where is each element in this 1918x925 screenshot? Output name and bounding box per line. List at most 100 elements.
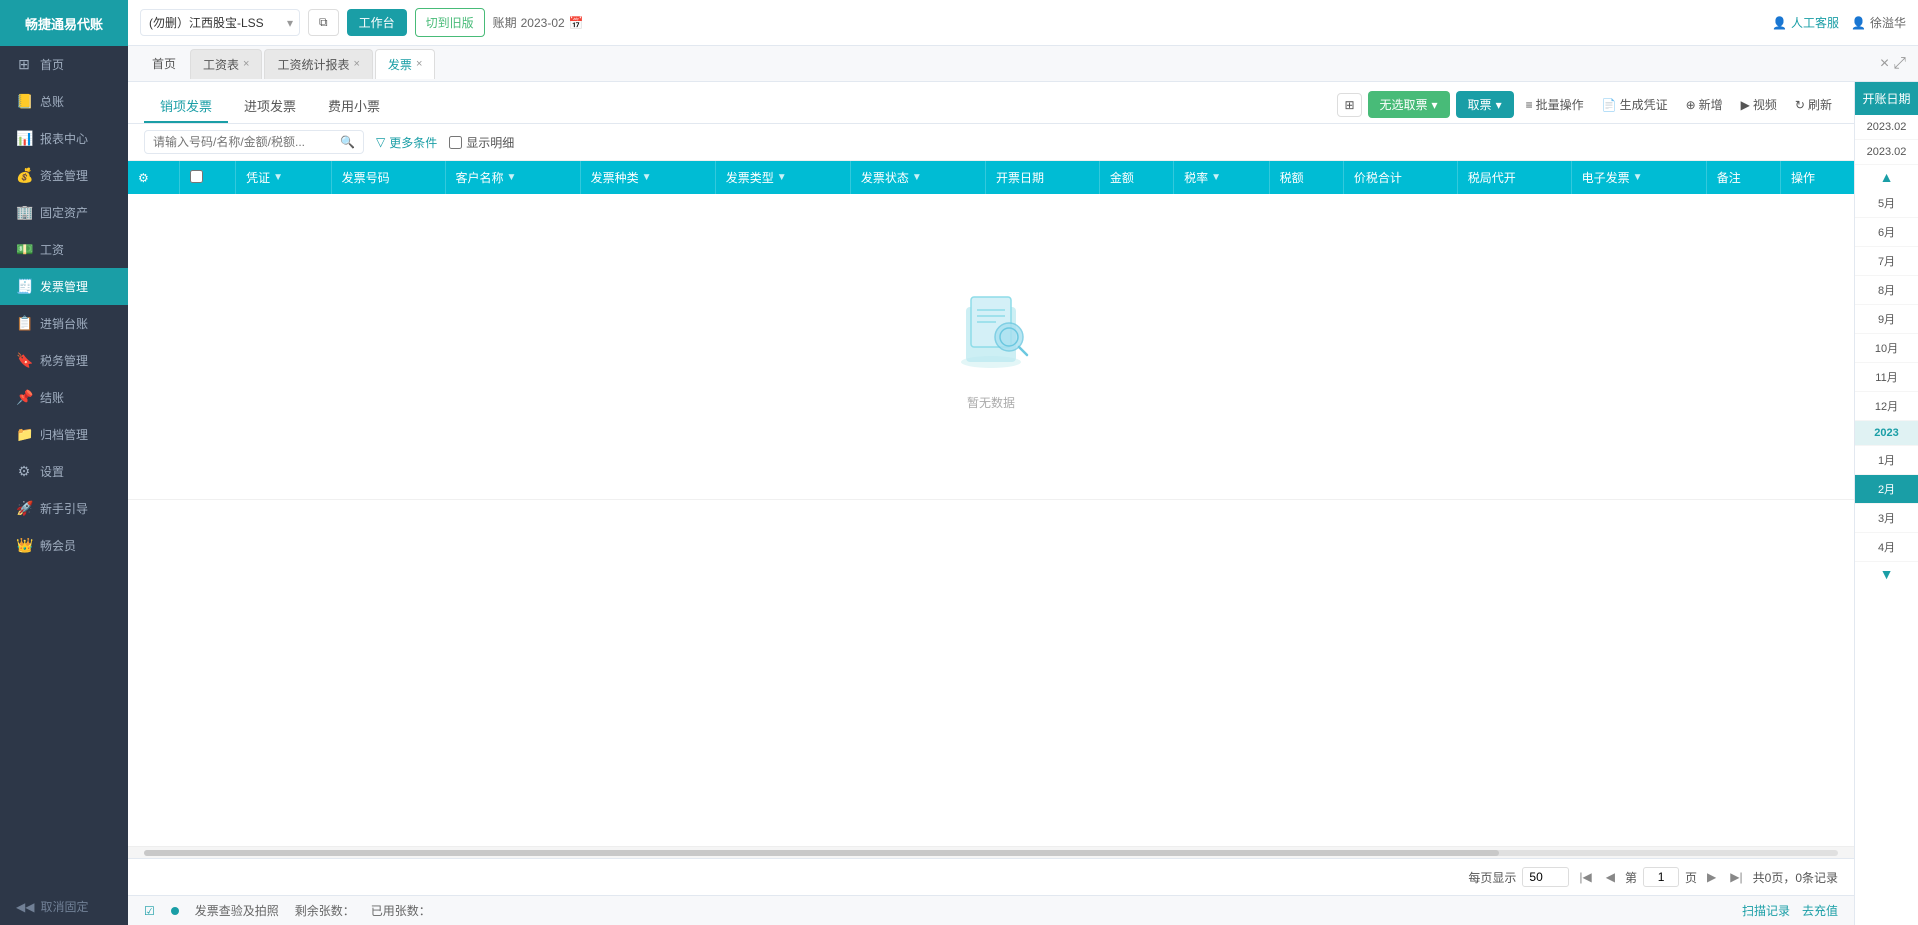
th-tax-rate[interactable]: 税率 ▼ — [1174, 161, 1270, 194]
sub-tab-purchase-invoice[interactable]: 进项发票 — [228, 90, 312, 123]
date-item-11[interactable]: 11月 — [1855, 363, 1918, 392]
panel-expand-button[interactable]: ⤢ — [1893, 55, 1906, 73]
company-selector[interactable]: (勿删）江西股宝-LSS ▾ — [140, 9, 300, 36]
check-label: 发票查验及拍照 — [195, 902, 279, 919]
date-item-5[interactable]: 5月 — [1855, 189, 1918, 218]
sidebar-item-tax[interactable]: 🔖 税务管理 — [0, 342, 128, 379]
date-item-2023-02-a[interactable]: 2023.02 — [1855, 115, 1918, 140]
more-conditions-button[interactable]: ▽ 更多条件 — [376, 134, 437, 151]
open-period-button[interactable]: 开账日期 — [1855, 82, 1918, 115]
date-item-4[interactable]: 4月 — [1855, 533, 1918, 562]
tab-home[interactable]: 首页 — [140, 49, 188, 78]
sidebar-item-sales[interactable]: 📋 进销台账 — [0, 305, 128, 342]
sidebar-item-guide[interactable]: 🚀 新手引导 — [0, 490, 128, 527]
sidebar-item-funds[interactable]: 💰 资金管理 — [0, 157, 128, 194]
date-item-2[interactable]: 2月 — [1855, 475, 1918, 504]
scan-records-link[interactable]: 扫描记录 — [1742, 902, 1790, 919]
last-page-button[interactable]: ▶| — [1726, 868, 1746, 886]
video-button[interactable]: ▶ 视频 — [1735, 91, 1783, 118]
select-all-checkbox[interactable] — [190, 170, 203, 183]
th-electronic[interactable]: 电子发票 ▼ — [1571, 161, 1706, 194]
batch-ops-button[interactable]: ≡ 批量操作 — [1520, 91, 1590, 118]
copy-btn[interactable]: ⧉ — [308, 9, 339, 36]
horizontal-scrollbar[interactable] — [128, 846, 1854, 858]
company-name: (勿删）江西股宝-LSS — [149, 14, 264, 31]
grid-view-button[interactable]: ⊞ — [1337, 93, 1361, 117]
filter-icon[interactable]: ▼ — [642, 172, 652, 183]
user-profile[interactable]: 👤 徐溢华 — [1851, 14, 1906, 31]
th-status[interactable]: 发票状态 ▼ — [850, 161, 985, 194]
empty-illustration — [941, 282, 1041, 382]
date-item-10[interactable]: 10月 — [1855, 334, 1918, 363]
refresh-button[interactable]: ↻ 刷新 — [1789, 91, 1838, 118]
no-selection-button[interactable]: 无选取票 ▾ — [1368, 91, 1450, 118]
sidebar-item-closing[interactable]: 📌 结账 — [0, 379, 128, 416]
prev-page-button[interactable]: ◀ — [1602, 868, 1619, 886]
sidebar-item-home[interactable]: ⊞ 首页 — [0, 46, 128, 83]
chevron-down-icon: ▾ — [1496, 98, 1502, 112]
filter-icon[interactable]: ▼ — [912, 172, 922, 183]
sidebar-item-ledger[interactable]: 📒 总账 — [0, 83, 128, 120]
tab-close-icon[interactable]: × — [353, 58, 359, 70]
scroll-up-icon[interactable]: ▲ — [1855, 165, 1918, 189]
first-page-button[interactable]: |◀ — [1575, 868, 1595, 886]
show-detail-toggle[interactable]: 显示明细 — [449, 134, 514, 151]
page-input[interactable] — [1643, 867, 1679, 887]
filter-icon[interactable]: ▼ — [777, 172, 787, 183]
next-page-button[interactable]: ▶ — [1703, 868, 1720, 886]
tab-salary[interactable]: 工资表 × — [190, 49, 262, 79]
page-size-select[interactable]: 50 10 20 100 — [1522, 867, 1569, 887]
gen-voucher-button[interactable]: 📄 生成凭证 — [1596, 91, 1674, 118]
date-item-12[interactable]: 12月 — [1855, 392, 1918, 421]
sidebar-item-reports[interactable]: 📊 报表中心 — [0, 120, 128, 157]
switch-version-button[interactable]: 切到旧版 — [415, 8, 485, 37]
sub-tab-sales-invoice[interactable]: 销项发票 — [144, 90, 228, 123]
workbench-button[interactable]: 工作台 — [347, 9, 407, 36]
status-bar: ☑ 发票查验及拍照 剩余张数： 已用张数： 扫描记录 去充值 — [128, 895, 1854, 925]
th-voucher[interactable]: 凭证 ▼ — [236, 161, 332, 194]
sidebar-item-salary[interactable]: 💵 工资 — [0, 231, 128, 268]
tab-close-icon[interactable]: × — [416, 58, 422, 70]
date-item-9[interactable]: 9月 — [1855, 305, 1918, 334]
date-item-1[interactable]: 1月 — [1855, 446, 1918, 475]
tab-close-icon[interactable]: × — [243, 58, 249, 70]
total-info: 共0页，0条记录 — [1753, 869, 1838, 886]
sidebar-item-assets[interactable]: 🏢 固定资产 — [0, 194, 128, 231]
tab-invoice[interactable]: 发票 × — [375, 49, 435, 79]
panel-close-button[interactable]: × — [1880, 55, 1889, 73]
sub-tab-expense-receipt[interactable]: 费用小票 — [312, 90, 396, 123]
search-input[interactable] — [153, 135, 334, 149]
th-settings[interactable]: ⚙ — [128, 161, 180, 194]
date-item-6[interactable]: 6月 — [1855, 218, 1918, 247]
filter-icon[interactable]: ▼ — [1211, 172, 1221, 183]
sidebar-item-settings[interactable]: ⚙ 设置 — [0, 453, 128, 490]
date-item-7[interactable]: 7月 — [1855, 247, 1918, 276]
recharge-link[interactable]: 去充值 — [1802, 902, 1838, 919]
th-invoice-type[interactable]: 发票种类 ▼ — [580, 161, 715, 194]
tab-salary-report[interactable]: 工资统计报表 × — [264, 49, 372, 79]
filter-icon[interactable]: ▼ — [273, 172, 283, 183]
sidebar-item-archive[interactable]: 📁 归档管理 — [0, 416, 128, 453]
filter-icon[interactable]: ▼ — [1633, 172, 1643, 183]
sidebar-unpin[interactable]: ◀◀ 取消固定 — [0, 888, 128, 925]
app-logo: 畅捷通易代账 — [0, 0, 128, 46]
th-type[interactable]: 发票类型 ▼ — [715, 161, 850, 194]
date-item-3[interactable]: 3月 — [1855, 504, 1918, 533]
fetch-button[interactable]: 取票 ▾ — [1456, 91, 1514, 118]
sidebar-item-label: 首页 — [40, 56, 64, 73]
show-detail-checkbox[interactable] — [449, 136, 462, 149]
scroll-down-icon[interactable]: ▼ — [1855, 562, 1918, 586]
filter-icon[interactable]: ▼ — [507, 172, 517, 183]
search-icon[interactable]: 🔍 — [340, 135, 355, 149]
date-item-2023-02-b[interactable]: 2023.02 — [1855, 140, 1918, 165]
sidebar-item-invoice[interactable]: 🧾 发票管理 — [0, 268, 128, 305]
sidebar-item-member[interactable]: 👑 畅会员 — [0, 527, 128, 564]
topbar: (勿删）江西股宝-LSS ▾ ⧉ 工作台 切到旧版 账期 2023-02 📅 👤… — [128, 0, 1918, 46]
th-customer[interactable]: 客户名称 ▼ — [445, 161, 580, 194]
th-checkbox[interactable] — [180, 161, 236, 194]
date-item-8[interactable]: 8月 — [1855, 276, 1918, 305]
support-link[interactable]: 👤 人工客服 — [1772, 14, 1839, 31]
th-tax: 税额 — [1269, 161, 1343, 194]
add-new-button[interactable]: ⊕ 新增 — [1680, 91, 1729, 118]
status-badge — [171, 907, 179, 915]
